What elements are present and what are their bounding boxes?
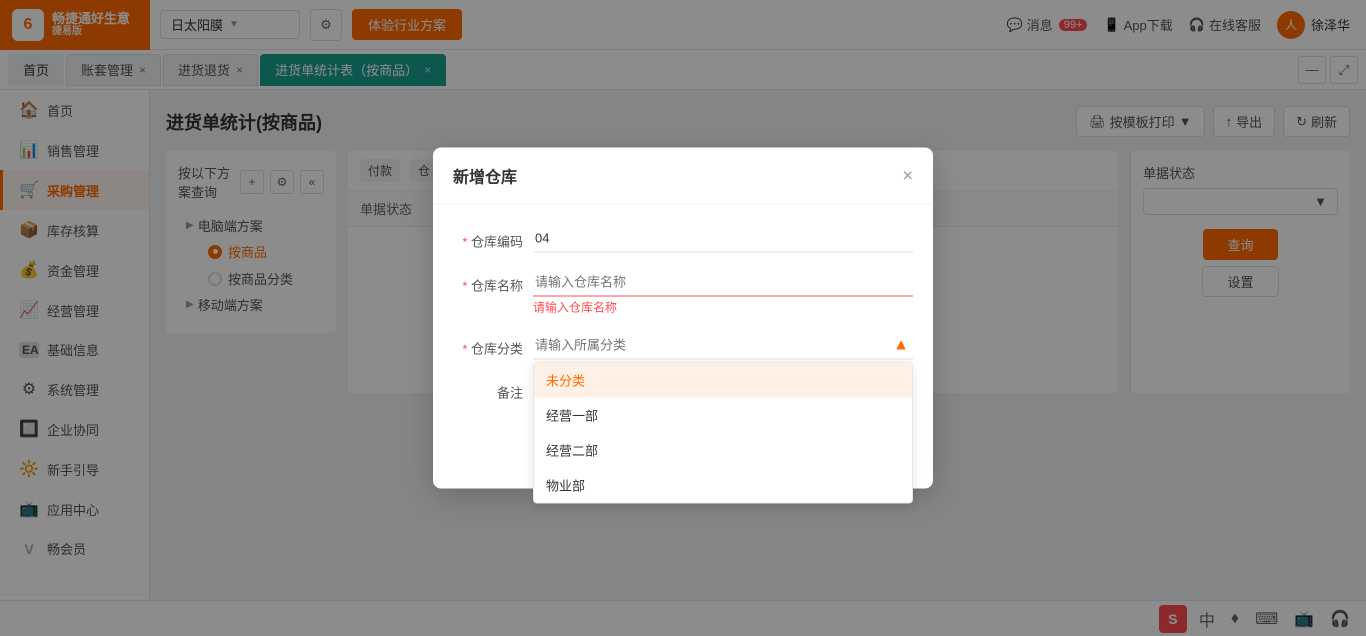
note-label: 备注 bbox=[453, 376, 533, 402]
name-error-msg: 请输入仓库名称 bbox=[533, 299, 913, 316]
dropdown-item-0[interactable]: 未分类 bbox=[534, 363, 912, 398]
category-toggle-button[interactable]: ▲ bbox=[889, 332, 913, 358]
modal-close-button[interactable]: × bbox=[902, 165, 913, 186]
code-input[interactable] bbox=[533, 225, 913, 253]
name-label: 仓库名称 bbox=[453, 269, 533, 295]
dropdown-item-2[interactable]: 经营二部 bbox=[534, 433, 912, 468]
category-input-row: ▲ bbox=[533, 332, 913, 360]
modal-body: 仓库编码 仓库名称 请输入仓库名称 仓库分类 ▲ bbox=[433, 205, 933, 430]
category-label: 仓库分类 bbox=[453, 332, 533, 358]
code-control bbox=[533, 225, 913, 253]
code-field-row: 仓库编码 bbox=[453, 225, 913, 253]
name-input[interactable] bbox=[533, 269, 913, 297]
name-field-row: 仓库名称 请输入仓库名称 bbox=[453, 269, 913, 316]
category-dropdown: 未分类 经营一部 经营二部 物业部 bbox=[533, 362, 913, 504]
dropdown-item-3[interactable]: 物业部 bbox=[534, 468, 912, 503]
dropdown-item-1[interactable]: 经营一部 bbox=[534, 398, 912, 433]
category-input[interactable] bbox=[533, 332, 889, 359]
code-label: 仓库编码 bbox=[453, 225, 533, 251]
add-warehouse-modal: 新增仓库 × 仓库编码 仓库名称 请输入仓库名称 仓库分类 bbox=[433, 148, 933, 489]
modal-title: 新增仓库 bbox=[453, 164, 517, 188]
name-control: 请输入仓库名称 bbox=[533, 269, 913, 316]
modal-header: 新增仓库 × bbox=[433, 148, 933, 205]
category-control: ▲ 未分类 经营一部 经营二部 物业部 bbox=[533, 332, 913, 360]
category-field-row: 仓库分类 ▲ 未分类 经营一部 经营二部 物业部 bbox=[453, 332, 913, 360]
